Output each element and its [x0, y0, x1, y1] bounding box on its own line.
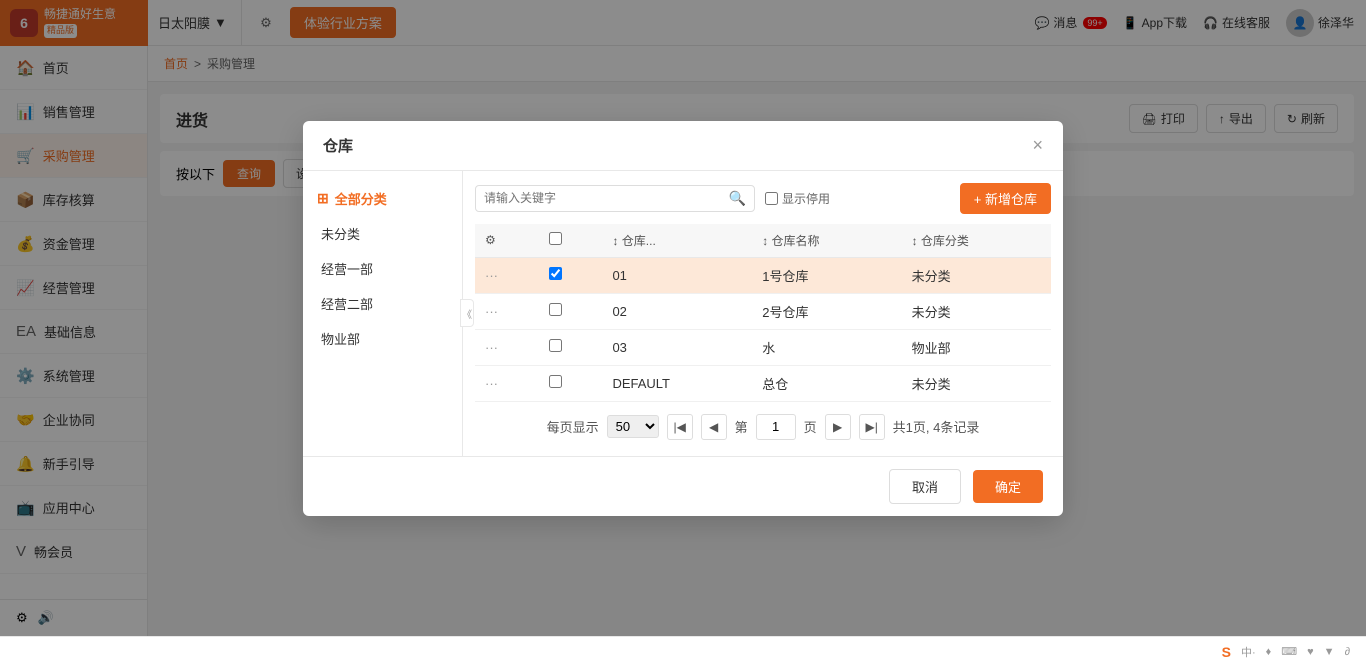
table-row[interactable]: ··· 02 2号仓库 未分类	[475, 293, 1051, 329]
category-item-2[interactable]: 经营二部	[303, 286, 462, 321]
row-code-0: 01	[602, 257, 752, 293]
table-panel: 🔍 显示停用 + 新增仓库 ⚙ ↕ 仓库...	[463, 171, 1063, 456]
grid-icon: ⊞	[317, 190, 329, 207]
row-category-0: 未分类	[902, 257, 1051, 293]
modal-header: 仓库 ×	[303, 121, 1063, 171]
modal-close-button[interactable]: ×	[1032, 135, 1043, 156]
warehouse-table: ⚙ ↕ 仓库... ↕ 仓库名称 ↕ 仓库分类 ··· 01 1号仓库 未分类 …	[475, 224, 1051, 402]
category-item-1[interactable]: 经营一部	[303, 251, 462, 286]
first-page-button[interactable]: |◀	[667, 414, 693, 440]
row-action-2[interactable]: ···	[475, 329, 539, 365]
row-check-2[interactable]	[539, 329, 603, 365]
add-warehouse-button[interactable]: + 新增仓库	[960, 183, 1051, 214]
row-action-3[interactable]: ···	[475, 365, 539, 401]
search-icon[interactable]: 🔍	[729, 190, 746, 207]
row-name-2: 水	[752, 329, 901, 365]
modal-body: ⊞ 全部分类 未分类经营一部经营二部物业部 《 🔍 显示停用	[303, 171, 1063, 456]
modal-footer: 取消 确定	[303, 456, 1063, 516]
modal-title: 仓库	[323, 135, 353, 156]
col-checkbox	[539, 224, 603, 258]
row-category-3: 未分类	[902, 365, 1051, 401]
row-action-0[interactable]: ···	[475, 257, 539, 293]
pagination: 每页显示 50 20 100 |◀ ◀ 第 页 ▶ ▶| 共1页, 4条记录	[475, 402, 1051, 444]
col-category: ↕ 仓库分类	[902, 224, 1051, 258]
status-bar: S 中· ♦ ⌨ ♥ ▼ ∂	[0, 636, 1366, 666]
row-name-0: 1号仓库	[752, 257, 901, 293]
row-code-3: DEFAULT	[602, 365, 752, 401]
status-bar-icons: S 中· ♦ ⌨ ♥ ▼ ∂	[1222, 644, 1350, 660]
page-number-input[interactable]	[756, 414, 796, 440]
show-disabled-label[interactable]: 显示停用	[765, 190, 830, 207]
show-disabled-checkbox[interactable]	[765, 192, 778, 205]
col-name: ↕ 仓库名称	[752, 224, 901, 258]
search-input[interactable]	[484, 191, 729, 205]
row-name-3: 总仓	[752, 365, 901, 401]
row-action-1[interactable]: ···	[475, 293, 539, 329]
row-category-1: 未分类	[902, 293, 1051, 329]
table-row[interactable]: ··· 01 1号仓库 未分类	[475, 257, 1051, 293]
search-box: 🔍	[475, 185, 755, 212]
table-row[interactable]: ··· DEFAULT 总仓 未分类	[475, 365, 1051, 401]
row-code-2: 03	[602, 329, 752, 365]
table-header-row: ⚙ ↕ 仓库... ↕ 仓库名称 ↕ 仓库分类	[475, 224, 1051, 258]
per-page-select[interactable]: 50 20 100	[607, 415, 659, 438]
last-page-button[interactable]: ▶|	[859, 414, 885, 440]
confirm-button[interactable]: 确定	[973, 470, 1043, 503]
modal-overlay[interactable]: 仓库 × ⊞ 全部分类 未分类经营一部经营二部物业部 《 🔍	[0, 0, 1366, 636]
category-item-0[interactable]: 未分类	[303, 216, 462, 251]
row-check-0[interactable]	[539, 257, 603, 293]
col-settings: ⚙	[475, 224, 539, 258]
row-code-1: 02	[602, 293, 752, 329]
all-categories[interactable]: ⊞ 全部分类	[303, 181, 462, 216]
next-page-button[interactable]: ▶	[825, 414, 851, 440]
col-code: ↕ 仓库...	[602, 224, 752, 258]
row-category-2: 物业部	[902, 329, 1051, 365]
category-panel: ⊞ 全部分类 未分类经营一部经营二部物业部 《	[303, 171, 463, 456]
cancel-button[interactable]: 取消	[889, 469, 961, 504]
category-item-3[interactable]: 物业部	[303, 321, 462, 356]
row-name-1: 2号仓库	[752, 293, 901, 329]
select-all-checkbox[interactable]	[549, 232, 562, 245]
row-check-1[interactable]	[539, 293, 603, 329]
row-check-3[interactable]	[539, 365, 603, 401]
collapse-button[interactable]: 《	[460, 299, 474, 327]
modal-dialog: 仓库 × ⊞ 全部分类 未分类经营一部经营二部物业部 《 🔍	[303, 121, 1063, 516]
table-row[interactable]: ··· 03 水 物业部	[475, 329, 1051, 365]
table-toolbar: 🔍 显示停用 + 新增仓库	[475, 183, 1051, 214]
prev-page-button[interactable]: ◀	[701, 414, 727, 440]
